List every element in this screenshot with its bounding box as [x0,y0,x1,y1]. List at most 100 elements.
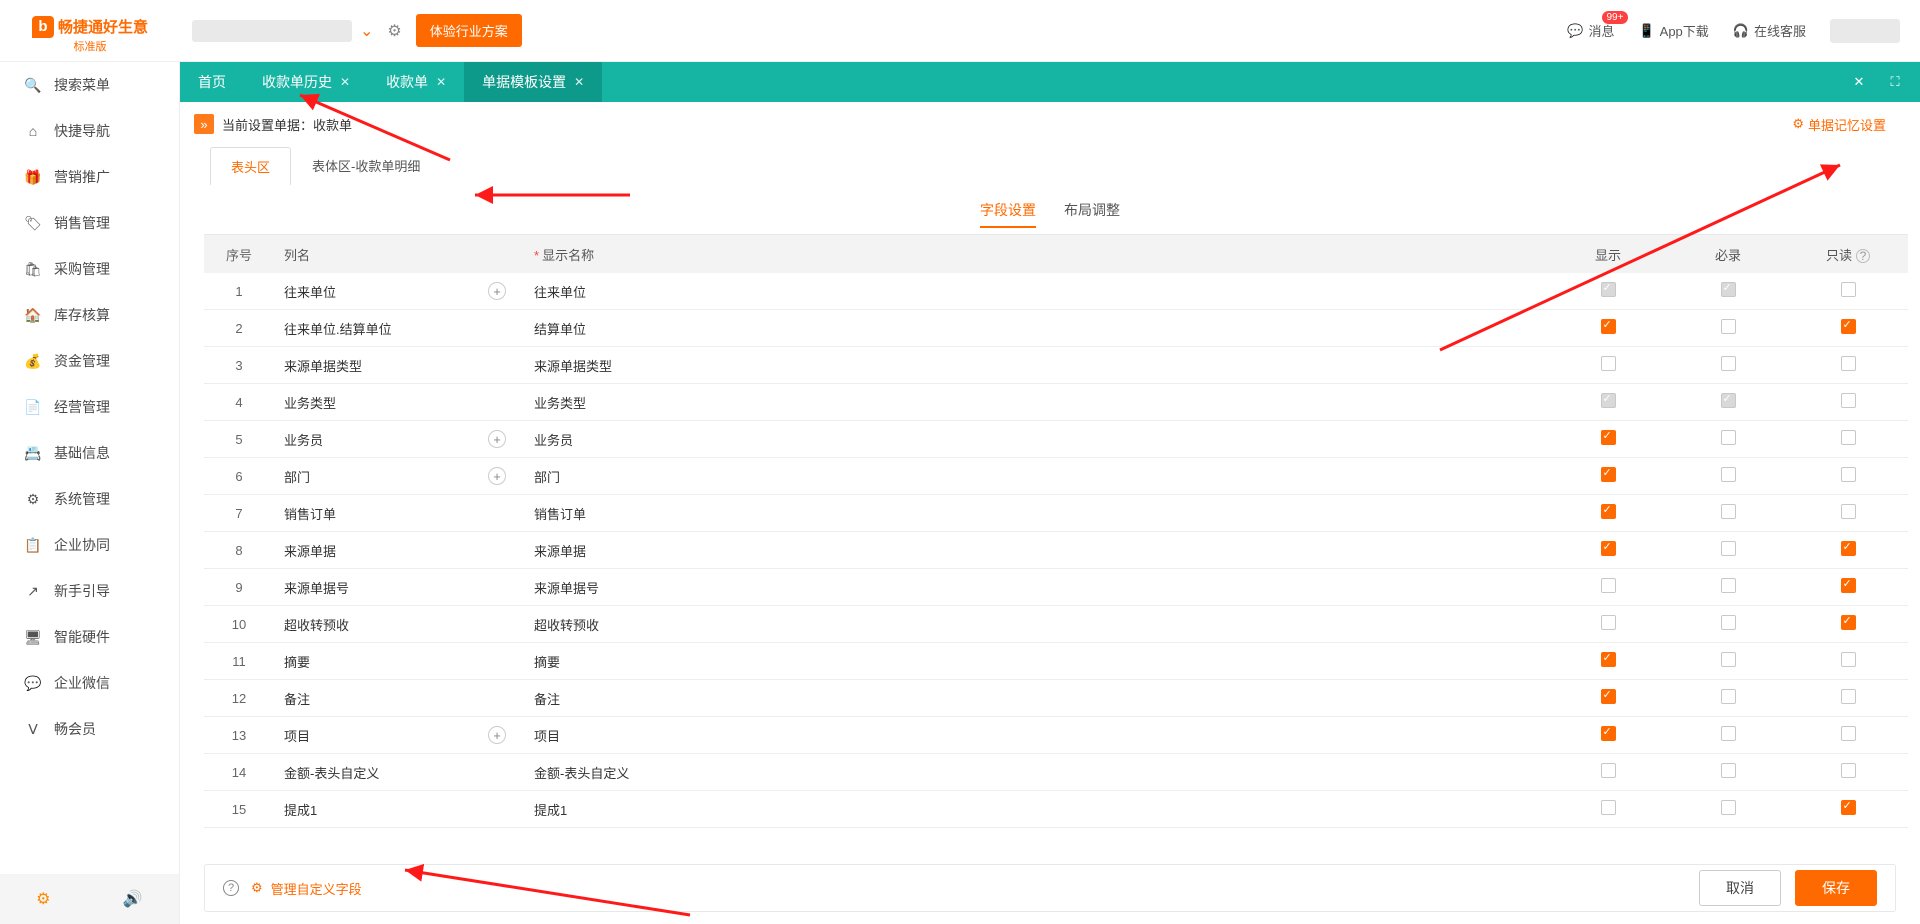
fullscreen-icon[interactable]: ⛶ [1882,69,1908,95]
checkbox[interactable] [1841,689,1856,704]
checkbox[interactable] [1601,763,1616,778]
sidebar-item[interactable]: ↗新手引导 [0,568,179,614]
checkbox[interactable] [1841,282,1856,297]
cell-display[interactable]: 超收转预收 [524,615,1548,634]
trial-industry-button[interactable]: 体验行业方案 [416,14,522,47]
sidebar-item[interactable]: 🏷销售管理 [0,200,179,246]
tab-body-area[interactable]: 表体区-收款单明细 [291,146,441,184]
checkbox[interactable] [1841,430,1856,445]
sidebar-item[interactable]: 🏠库存核算 [0,292,179,338]
checkbox[interactable] [1721,578,1736,593]
cell-display[interactable]: 来源单据号 [524,578,1548,597]
checkbox[interactable] [1721,615,1736,630]
checkbox[interactable] [1721,652,1736,667]
add-icon[interactable]: + [488,726,506,744]
checkbox[interactable] [1721,467,1736,482]
checkbox[interactable] [1841,356,1856,371]
checkbox[interactable] [1841,541,1856,556]
close-icon[interactable]: ✕ [340,75,350,89]
page-tab[interactable]: 收款单✕ [368,62,464,102]
close-all-icon[interactable]: ✕ [1846,69,1872,95]
checkbox[interactable] [1721,504,1736,519]
sidebar-item[interactable]: 🛍采购管理 [0,246,179,292]
checkbox[interactable] [1601,652,1616,667]
sidebar-item[interactable]: 📋企业协同 [0,522,179,568]
checkbox[interactable] [1841,615,1856,630]
memory-settings-link[interactable]: ⚙ 单据记忆设置 [1792,115,1906,134]
checkbox[interactable] [1721,430,1736,445]
checkbox[interactable] [1601,541,1616,556]
checkbox[interactable] [1841,319,1856,334]
checkbox[interactable] [1841,726,1856,741]
checkbox[interactable] [1841,504,1856,519]
checkbox[interactable] [1601,430,1616,445]
sidebar-item[interactable]: Ⅴ畅会员 [0,706,179,752]
cell-display[interactable]: 往来单位 [524,282,1548,301]
help-icon[interactable]: ? [1856,249,1870,263]
sidebar-item[interactable]: 📇基础信息 [0,430,179,476]
sidebar-item[interactable]: 🖥智能硬件 [0,614,179,660]
manage-custom-fields-link[interactable]: ? ⚙ 管理自定义字段 [223,879,362,898]
messages-link[interactable]: 💬 消息 99+ [1567,21,1614,40]
checkbox[interactable] [1841,467,1856,482]
checkbox[interactable] [1721,541,1736,556]
checkbox[interactable] [1721,319,1736,334]
checkbox[interactable] [1601,578,1616,593]
cell-display[interactable]: 金额-表头自定义 [524,763,1548,782]
tab-field-settings[interactable]: 字段设置 [980,200,1036,228]
sidebar-item[interactable]: 🎁营销推广 [0,154,179,200]
sidebar-item[interactable]: 🔍搜索菜单 [0,62,179,108]
page-tab[interactable]: 首页 [180,62,244,102]
add-icon[interactable]: + [488,282,506,300]
checkbox[interactable] [1721,356,1736,371]
checkbox[interactable] [1601,504,1616,519]
checkbox[interactable] [1841,800,1856,815]
cell-display[interactable]: 摘要 [524,652,1548,671]
checkbox[interactable] [1721,282,1736,297]
cell-display[interactable]: 项目 [524,726,1548,745]
cell-display[interactable]: 来源单据类型 [524,356,1548,375]
page-tab[interactable]: 单据模板设置✕ [464,62,602,102]
cell-display[interactable]: 备注 [524,689,1548,708]
tab-layout-adjust[interactable]: 布局调整 [1064,200,1120,228]
user-avatar-blur[interactable] [1830,19,1900,43]
checkbox[interactable] [1601,726,1616,741]
sound-icon[interactable]: 🔊 [123,889,143,909]
cell-display[interactable]: 提成1 [524,800,1548,819]
sidebar-item[interactable]: ⚙系统管理 [0,476,179,522]
sidebar-item[interactable]: 💰资金管理 [0,338,179,384]
checkbox[interactable] [1841,393,1856,408]
checkbox[interactable] [1721,726,1736,741]
online-cs-link[interactable]: 🎧 在线客服 [1733,21,1806,40]
add-icon[interactable]: + [488,467,506,485]
checkbox[interactable] [1721,689,1736,704]
cancel-button[interactable]: 取消 [1699,870,1781,906]
checkbox[interactable] [1601,615,1616,630]
checkbox[interactable] [1721,763,1736,778]
settings-icon[interactable]: ⚙ [36,889,50,909]
add-icon[interactable]: + [488,430,506,448]
sidebar-item[interactable]: 💬企业微信 [0,660,179,706]
checkbox[interactable] [1601,393,1616,408]
checkbox[interactable] [1601,356,1616,371]
cell-display[interactable]: 来源单据 [524,541,1548,560]
save-button[interactable]: 保存 [1795,870,1877,906]
checkbox[interactable] [1601,319,1616,334]
tab-header-area[interactable]: 表头区 [210,147,291,185]
checkbox[interactable] [1601,800,1616,815]
app-download-link[interactable]: 📱 App下载 [1638,21,1708,40]
cell-display[interactable]: 销售订单 [524,504,1548,523]
checkbox[interactable] [1601,689,1616,704]
expand-icon[interactable]: » [194,114,214,134]
sidebar-item[interactable]: 📄经营管理 [0,384,179,430]
checkbox[interactable] [1601,282,1616,297]
page-tab[interactable]: 收款单历史✕ [244,62,368,102]
checkbox[interactable] [1721,393,1736,408]
sidebar-item[interactable]: ⌂快捷导航 [0,108,179,154]
close-icon[interactable]: ✕ [574,75,584,89]
cell-display[interactable]: 业务类型 [524,393,1548,412]
cell-display[interactable]: 结算单位 [524,319,1548,338]
checkbox[interactable] [1601,467,1616,482]
checkbox[interactable] [1841,763,1856,778]
org-selector[interactable]: ⌄ [192,20,373,42]
